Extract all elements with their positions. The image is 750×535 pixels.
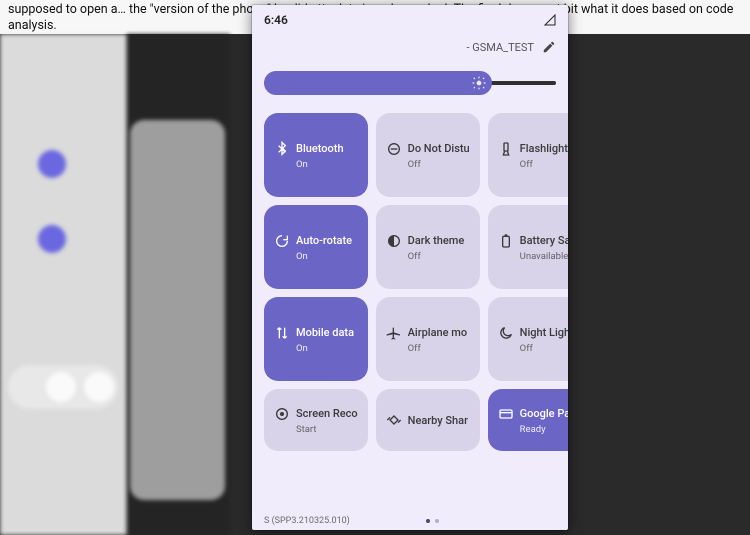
qs-tile-subtitle: Off bbox=[408, 251, 470, 262]
carrier-bar: - GSMA_TEST bbox=[252, 35, 568, 59]
qs-footer: S (SPP3.210325.010) bbox=[252, 510, 568, 530]
brightness-fill bbox=[264, 71, 492, 95]
carrier-label: - GSMA_TEST bbox=[466, 41, 534, 54]
qs-tile-subtitle: Start bbox=[296, 424, 358, 435]
qs-tile-label: Do Not Distu bbox=[408, 142, 470, 155]
qs-tile-dnd[interactable]: Do Not Distu Off bbox=[376, 113, 480, 197]
nearby-icon bbox=[386, 412, 402, 428]
qs-tile-subtitle: Ready bbox=[520, 424, 568, 435]
phone-quick-settings: 6:46 - GSMA_TEST Bluetooth On Do Not Distu… bbox=[252, 5, 568, 530]
qs-tile-nearby[interactable]: Nearby Shar bbox=[376, 389, 480, 451]
card-icon bbox=[498, 406, 514, 422]
qs-tile-darktheme[interactable]: Dark theme Off bbox=[376, 205, 480, 289]
qs-tile-label: Flashlight bbox=[520, 142, 568, 155]
qs-tile-subtitle: Off bbox=[520, 159, 568, 170]
qs-tile-label: Battery Save bbox=[520, 234, 568, 247]
build-label: S (SPP3.210325.010) bbox=[264, 516, 350, 526]
background-circle bbox=[46, 372, 76, 402]
bt-icon bbox=[274, 141, 290, 157]
moon-icon bbox=[498, 325, 514, 341]
rotate-icon bbox=[274, 233, 290, 249]
qs-tile-subtitle: On bbox=[296, 251, 358, 262]
qs-tile-nightlight[interactable]: Night Light Off bbox=[488, 297, 568, 381]
qs-tile-label: Mobile data bbox=[296, 326, 354, 339]
qs-tile-flashlight[interactable]: Flashlight Off bbox=[488, 113, 568, 197]
qs-tile-label: Night Light bbox=[520, 326, 568, 339]
qs-tile-grid: BluetoothOnDo Not DistuOffFlashlightOffA… bbox=[252, 113, 568, 451]
qs-tile-bluetooth[interactable]: Bluetooth On bbox=[264, 113, 368, 197]
signal-icon bbox=[544, 14, 556, 26]
rec-icon bbox=[274, 406, 290, 422]
batt-icon bbox=[498, 233, 514, 249]
background-dot bbox=[38, 150, 66, 178]
qs-tile-gpay[interactable]: Google Pay Ready bbox=[488, 389, 568, 451]
qs-tile-label: Bluetooth bbox=[296, 142, 344, 155]
brightness-icon bbox=[472, 76, 486, 90]
data-icon bbox=[274, 325, 290, 341]
qs-tile-subtitle: On bbox=[296, 343, 358, 354]
brightness-slider-row bbox=[264, 69, 556, 97]
qs-tile-airplane[interactable]: Airplane mo Off bbox=[376, 297, 480, 381]
statusbar-time: 6:46 bbox=[264, 13, 288, 27]
plane-icon bbox=[386, 325, 402, 341]
qs-tile-subtitle: Off bbox=[408, 343, 470, 354]
page-dot bbox=[435, 519, 439, 523]
qs-tile-label: Auto-rotate bbox=[296, 234, 352, 247]
brightness-slider[interactable] bbox=[264, 71, 556, 95]
qs-tile-subtitle: Unavailable bbox=[520, 251, 568, 262]
qs-tile-label: Google Pay bbox=[520, 407, 568, 420]
dnd-icon bbox=[386, 141, 402, 157]
page-indicator[interactable] bbox=[350, 519, 516, 523]
background-dot bbox=[38, 225, 66, 253]
statusbar: 6:46 bbox=[252, 5, 568, 35]
flash-icon bbox=[498, 141, 514, 157]
qs-tile-autorotate[interactable]: Auto-rotate On bbox=[264, 205, 368, 289]
qs-tile-mobiledata[interactable]: Mobile data On bbox=[264, 297, 368, 381]
qs-tile-label: Nearby Shar bbox=[408, 414, 468, 427]
edit-icon[interactable] bbox=[542, 40, 556, 54]
qs-tile-label: Dark theme bbox=[408, 234, 465, 247]
page-dot bbox=[426, 519, 430, 523]
background-circle bbox=[84, 372, 114, 402]
dark-icon bbox=[386, 233, 402, 249]
qs-tile-battery[interactable]: Battery Save Unavailable bbox=[488, 205, 568, 289]
qs-tile-label: Airplane mo bbox=[408, 326, 467, 339]
qs-tile-subtitle: Off bbox=[408, 159, 470, 170]
qs-tile-label: Screen Reco bbox=[296, 407, 358, 420]
qs-tile-subtitle: On bbox=[296, 159, 358, 170]
qs-tile-subtitle: Off bbox=[520, 343, 568, 354]
background-left-card bbox=[130, 120, 225, 500]
qs-tile-screenrec[interactable]: Screen Reco Start bbox=[264, 389, 368, 451]
